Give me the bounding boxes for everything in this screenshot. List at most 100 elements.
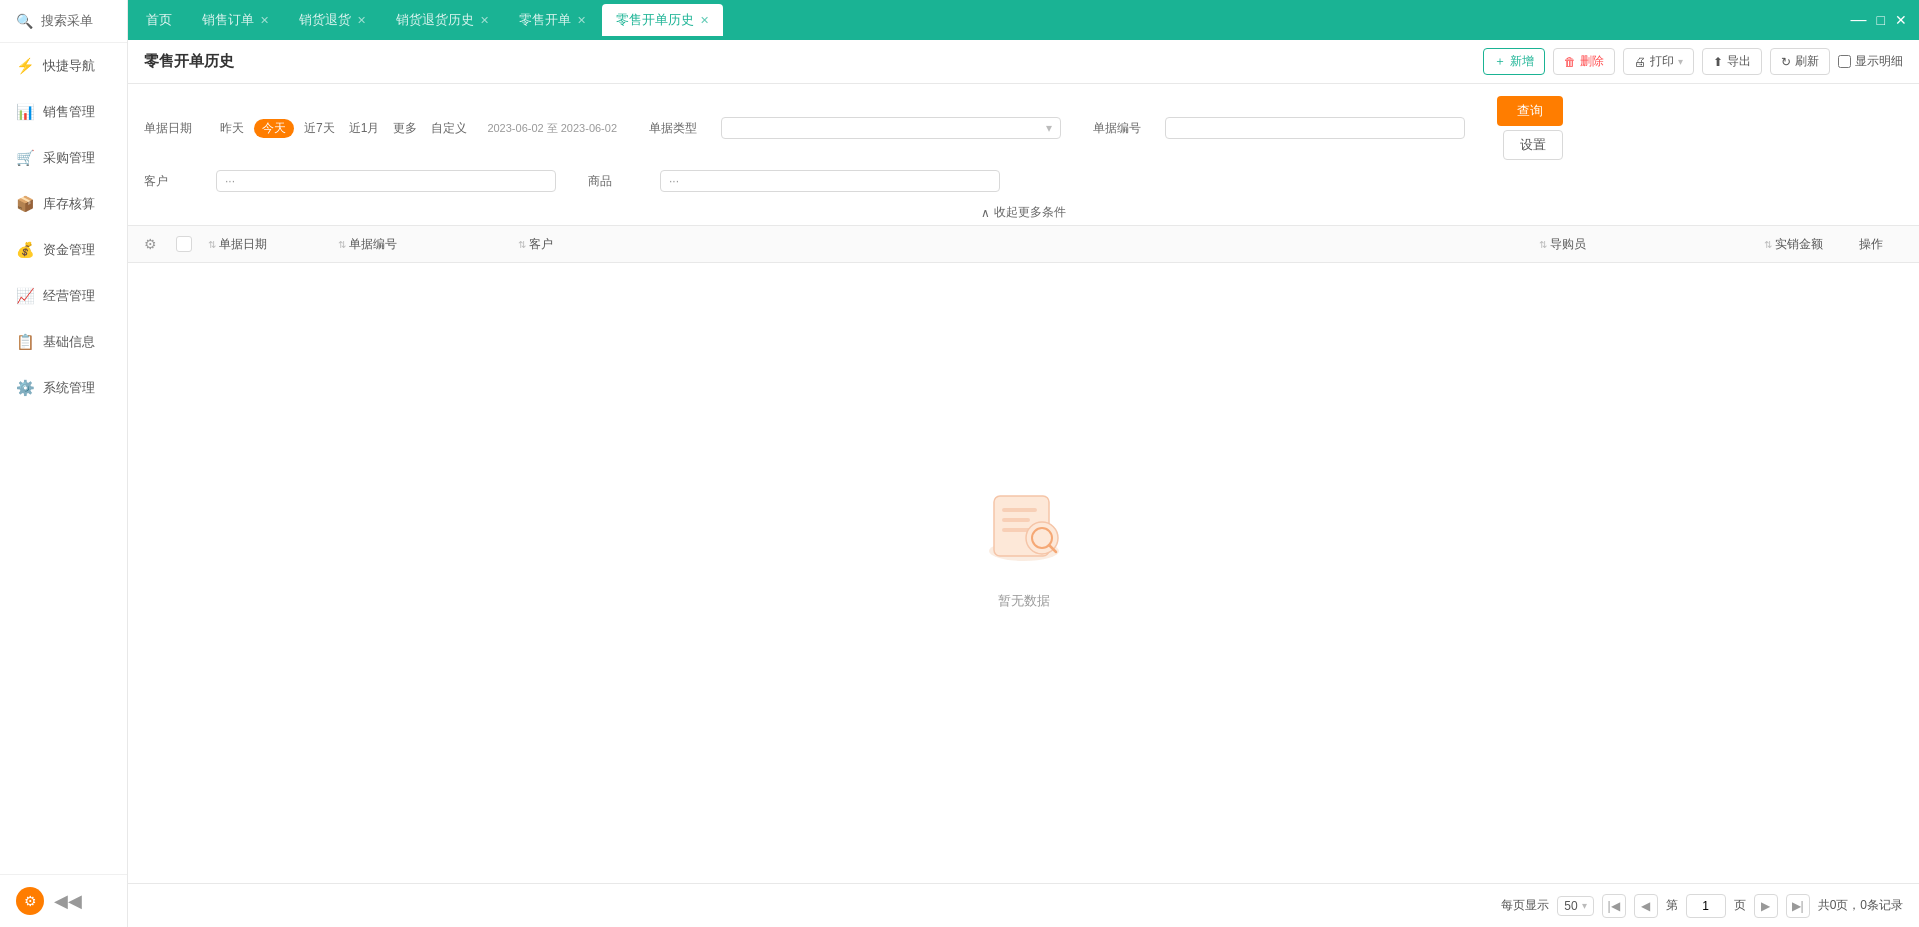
sidebar-item-ops-mgmt[interactable]: 📈 经营管理 xyxy=(0,273,127,319)
page-size-select[interactable]: 50 ▾ xyxy=(1557,896,1593,916)
sidebar-item-label: 经营管理 xyxy=(43,287,95,305)
first-page-icon: |◀ xyxy=(1608,899,1620,913)
date-shortcut-custom[interactable]: 自定义 xyxy=(427,119,471,138)
sidebar-item-inventory[interactable]: 📦 库存核算 xyxy=(0,181,127,227)
date-shortcut-last1m[interactable]: 近1月 xyxy=(345,119,384,138)
refresh-button[interactable]: ↻ 刷新 xyxy=(1770,48,1830,75)
display-detail-input[interactable] xyxy=(1838,55,1851,68)
sidebar-item-purchase-mgmt[interactable]: 🛒 采购管理 xyxy=(0,135,127,181)
export-button[interactable]: ⬆ 导出 xyxy=(1702,48,1762,75)
order-type-filter-label: 单据类型 xyxy=(649,120,709,137)
sort-date-icon[interactable]: ⇅ xyxy=(208,239,216,250)
display-detail-checkbox[interactable]: 显示明细 xyxy=(1838,53,1903,70)
per-page-label: 每页显示 xyxy=(1501,897,1549,914)
pagination: 每页显示 50 ▾ |◀ ◀ 第 页 ▶ ▶| 共0页，0条记录 xyxy=(128,883,1919,927)
sidebar-bottom: ⚙ ◀◀ xyxy=(0,874,127,927)
tab-retail-open-history-close[interactable]: ✕ xyxy=(700,14,709,27)
delete-label: 删除 xyxy=(1580,53,1604,70)
th-orderno-label: 单据编号 xyxy=(349,236,397,253)
sidebar-item-basic-info[interactable]: 📋 基础信息 xyxy=(0,319,127,365)
window-maximize-button[interactable]: □ xyxy=(1877,12,1885,28)
tab-sales-order-label: 销售订单 xyxy=(202,11,254,29)
sidebar-item-quick-nav[interactable]: ⚡ 快捷导航 xyxy=(0,43,127,89)
basic-info-icon: 📋 xyxy=(16,333,35,351)
order-no-input[interactable] xyxy=(1165,117,1465,139)
next-page-button[interactable]: ▶ xyxy=(1754,894,1778,918)
next-page-icon: ▶ xyxy=(1761,899,1770,913)
sidebar-search-label: 搜索采单 xyxy=(41,12,93,30)
collapse-up-icon: ∧ xyxy=(981,206,990,220)
print-label: 打印 xyxy=(1650,53,1674,70)
goods-filter-label: 商品 xyxy=(588,173,648,190)
page-size-value: 50 xyxy=(1564,899,1577,913)
tab-sales-return[interactable]: 销货退货 ✕ xyxy=(285,4,380,36)
delete-icon: 🗑 xyxy=(1564,55,1576,69)
date-shortcuts: 昨天 今天 近7天 近1月 更多 自定义 xyxy=(216,119,471,138)
prev-page-icon: ◀ xyxy=(1641,899,1650,913)
page-label: 页 xyxy=(1734,897,1746,914)
refresh-label: 刷新 xyxy=(1795,53,1819,70)
sort-guide-icon[interactable]: ⇅ xyxy=(1539,239,1547,250)
current-page-input[interactable] xyxy=(1686,894,1726,918)
collapse-more-button[interactable]: ∧ 收起更多条件 xyxy=(144,202,1903,225)
first-page-button[interactable]: |◀ xyxy=(1602,894,1626,918)
tab-sales-return-history-label: 销货退货历史 xyxy=(396,11,474,29)
date-shortcut-today[interactable]: 今天 xyxy=(254,119,294,138)
tab-retail-open-close[interactable]: ✕ xyxy=(577,14,586,27)
prev-page-button[interactable]: ◀ xyxy=(1634,894,1658,918)
total-info: 共0页，0条记录 xyxy=(1818,897,1903,914)
sales-mgmt-icon: 📊 xyxy=(16,103,35,121)
th-orderno: ⇅ 单据编号 xyxy=(330,236,510,253)
display-detail-label: 显示明细 xyxy=(1855,53,1903,70)
add-button[interactable]: ＋ 新增 xyxy=(1483,48,1545,75)
delete-button[interactable]: 🗑 删除 xyxy=(1553,48,1615,75)
tab-sales-return-history[interactable]: 销货退货历史 ✕ xyxy=(382,4,503,36)
goods-select[interactable]: ··· xyxy=(660,170,1000,192)
svg-rect-3 xyxy=(1002,518,1030,522)
tab-sales-return-label: 销货退货 xyxy=(299,11,351,29)
th-action-label: 操作 xyxy=(1859,236,1883,253)
order-type-select[interactable]: ▾ xyxy=(721,117,1061,139)
sidebar-item-label: 快捷导航 xyxy=(43,57,95,75)
print-button[interactable]: 🖨 打印 ▾ xyxy=(1623,48,1694,75)
column-settings-icon[interactable]: ⚙ xyxy=(144,236,157,252)
tab-sales-order-close[interactable]: ✕ xyxy=(260,14,269,27)
sidebar-search[interactable]: 🔍 搜索采单 xyxy=(0,0,127,43)
tab-retail-open-history-label: 零售开单历史 xyxy=(616,11,694,29)
customer-select[interactable]: ··· xyxy=(216,170,556,192)
page-size-chevron-icon: ▾ xyxy=(1582,900,1587,911)
tab-sales-order[interactable]: 销售订单 ✕ xyxy=(188,4,283,36)
th-amount-label: 实销金额 xyxy=(1775,236,1823,253)
tab-home[interactable]: 首页 xyxy=(132,4,186,36)
sidebar-item-label: 库存核算 xyxy=(43,195,95,213)
th-settings: ⚙ xyxy=(136,236,168,252)
query-button[interactable]: 查询 xyxy=(1497,96,1563,126)
print-chevron-icon: ▾ xyxy=(1678,56,1683,67)
tab-sales-return-close[interactable]: ✕ xyxy=(357,14,366,27)
order-type-chevron-icon: ▾ xyxy=(1046,121,1052,135)
tab-sales-return-history-close[interactable]: ✕ xyxy=(480,14,489,27)
tab-retail-open-history[interactable]: 零售开单历史 ✕ xyxy=(602,4,723,36)
date-shortcut-last7[interactable]: 近7天 xyxy=(300,119,339,138)
sort-amount-icon[interactable]: ⇅ xyxy=(1764,239,1772,250)
sort-orderno-icon[interactable]: ⇅ xyxy=(338,239,346,250)
tab-retail-open[interactable]: 零售开单 ✕ xyxy=(505,4,600,36)
date-shortcut-yesterday[interactable]: 昨天 xyxy=(216,119,248,138)
sidebar-collapse-button[interactable]: ◀◀ xyxy=(54,890,82,912)
sort-customer-icon[interactable]: ⇅ xyxy=(518,239,526,250)
th-date-label: 单据日期 xyxy=(219,236,267,253)
window-minimize-button[interactable]: — xyxy=(1851,11,1867,29)
gear-button[interactable]: ⚙ xyxy=(16,887,44,915)
window-close-button[interactable]: ✕ xyxy=(1895,12,1907,28)
page-title: 零售开单历史 xyxy=(144,52,1483,71)
filter-settings-button[interactable]: 设置 xyxy=(1503,130,1563,160)
sidebar-item-label: 销售管理 xyxy=(43,103,95,121)
last-page-button[interactable]: ▶| xyxy=(1786,894,1810,918)
sidebar-item-finance[interactable]: 💰 资金管理 xyxy=(0,227,127,273)
order-no-filter-label: 单据编号 xyxy=(1093,120,1153,137)
date-shortcut-more[interactable]: 更多 xyxy=(389,119,421,138)
query-actions: 查询 设置 xyxy=(1497,96,1563,160)
sidebar-item-sys-mgmt[interactable]: ⚙️ 系统管理 xyxy=(0,365,127,411)
select-all-checkbox[interactable] xyxy=(176,236,192,252)
sidebar-item-sales-mgmt[interactable]: 📊 销售管理 xyxy=(0,89,127,135)
